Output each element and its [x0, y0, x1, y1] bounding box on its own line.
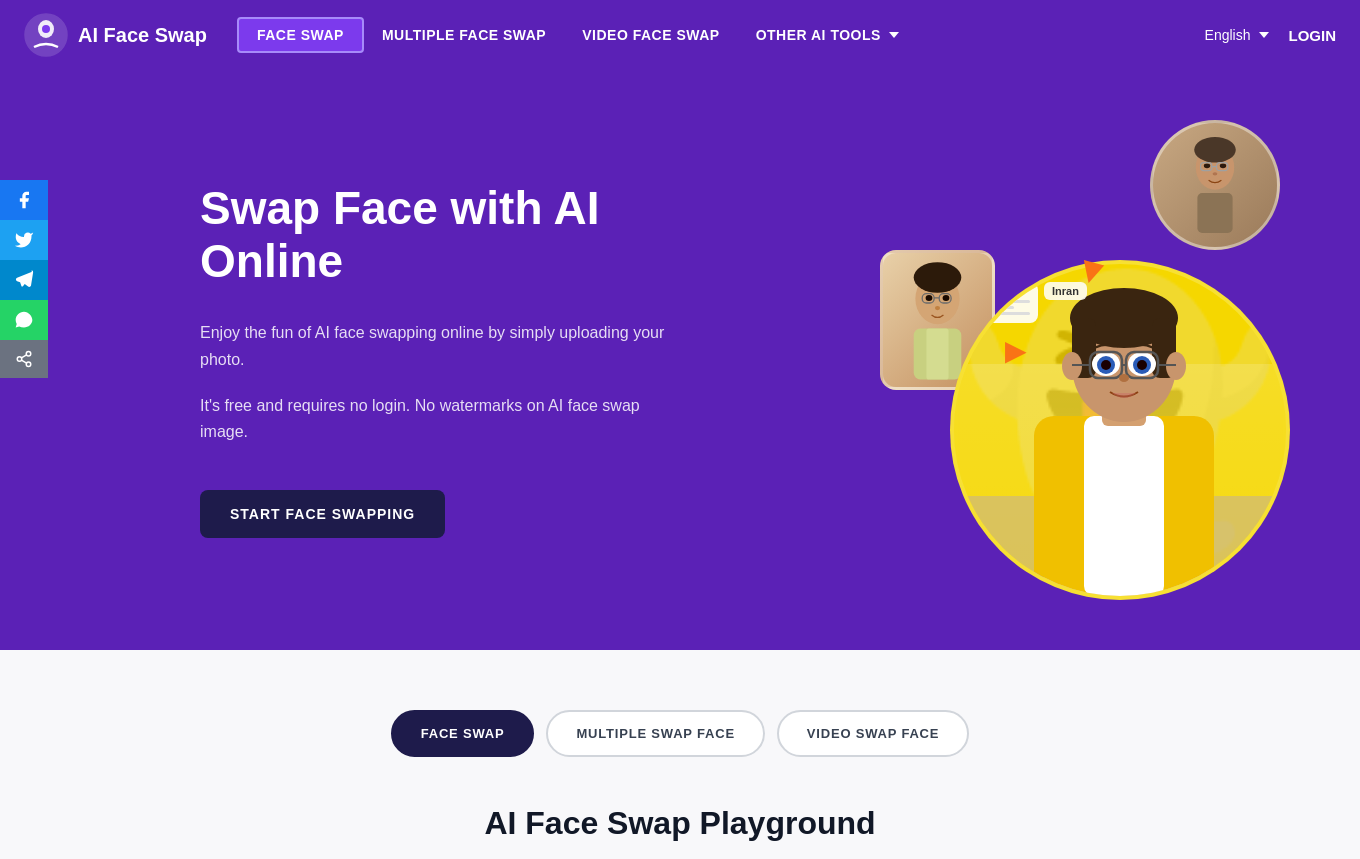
hero-title: Swap Face with AI Online — [200, 182, 680, 288]
svg-rect-32 — [1084, 416, 1164, 596]
svg-point-19 — [926, 295, 933, 301]
svg-line-4 — [21, 355, 26, 358]
nav-links: FACE SWAP MULTIPLE FACE SWAP VIDEO FACE … — [237, 17, 1205, 53]
ui-elements-right — [1252, 280, 1272, 316]
whatsapp-share-button[interactable] — [0, 300, 48, 340]
share-button[interactable] — [0, 340, 48, 378]
person-top-illustration — [1175, 137, 1255, 233]
nav-face-swap[interactable]: FACE SWAP — [237, 17, 364, 53]
chevron-down-icon — [889, 32, 899, 38]
hero-subtitle2: It's free and requires no login. No wate… — [200, 393, 680, 446]
bottom-section: FACE SWAP MULTIPLE SWAP FACE VIDEO SWAP … — [0, 650, 1360, 859]
svg-point-2 — [26, 362, 31, 367]
arrow-right-icon: ► — [998, 330, 1034, 372]
twitter-share-button[interactable] — [0, 220, 48, 260]
start-face-swapping-button[interactable]: START FACE SWAPPING — [200, 490, 445, 538]
snap-ui-card — [968, 282, 1038, 323]
tab-group: FACE SWAP MULTIPLE SWAP FACE VIDEO SWAP … — [385, 710, 976, 757]
social-sidebar — [0, 180, 48, 378]
name-label: Inran — [1044, 282, 1087, 300]
nav-right: English LOGIN — [1205, 27, 1336, 44]
svg-point-15 — [1213, 172, 1218, 175]
lang-chevron-icon — [1259, 32, 1269, 38]
svg-point-10 — [1204, 163, 1210, 168]
facebook-share-button[interactable] — [0, 180, 48, 220]
svg-point-51 — [1119, 374, 1129, 382]
svg-point-20 — [943, 295, 950, 301]
tab-face-swap[interactable]: FACE SWAP — [391, 710, 535, 757]
svg-rect-26 — [926, 329, 948, 380]
hero-content: Swap Face with AI Online Enjoy the fun o… — [200, 182, 680, 537]
svg-point-44 — [1101, 360, 1111, 370]
svg-point-24 — [935, 306, 940, 310]
playground-title: AI Face Swap Playground — [484, 805, 875, 842]
svg-point-45 — [1137, 360, 1147, 370]
telegram-share-button[interactable] — [0, 260, 48, 300]
hero-subtitle: Enjoy the fun of AI face swapping online… — [200, 320, 680, 373]
logo-link[interactable]: AI Face Swap — [24, 13, 207, 57]
tab-video-swap[interactable]: VIDEO SWAP FACE — [777, 710, 969, 757]
tab-multiple-swap[interactable]: MULTIPLE SWAP FACE — [546, 710, 764, 757]
svg-point-1 — [17, 357, 22, 362]
main-face-circle: 👻 — [950, 260, 1290, 600]
svg-point-9 — [1194, 137, 1236, 163]
svg-point-11 — [1220, 163, 1226, 168]
logo-icon — [24, 13, 68, 57]
svg-point-7 — [42, 25, 50, 33]
navbar: AI Face Swap FACE SWAP MULTIPLE FACE SWA… — [0, 0, 1360, 70]
nav-other-ai-tools[interactable]: OTHER AI TOOLS — [738, 19, 917, 51]
face-card-top — [1150, 120, 1280, 250]
svg-line-3 — [21, 360, 26, 363]
svg-point-0 — [26, 352, 31, 357]
nav-video-face-swap[interactable]: VIDEO FACE SWAP — [564, 19, 737, 51]
hero-section: Swap Face with AI Online Enjoy the fun o… — [0, 70, 1360, 650]
language-selector[interactable]: English — [1205, 27, 1269, 43]
brand-name: AI Face Swap — [78, 24, 207, 47]
nav-multiple-face-swap[interactable]: MULTIPLE FACE SWAP — [364, 19, 564, 51]
svg-rect-16 — [1197, 193, 1232, 233]
hero-illustration: ▼ ► 👻 — [880, 120, 1300, 600]
login-button[interactable]: LOGIN — [1289, 27, 1337, 44]
